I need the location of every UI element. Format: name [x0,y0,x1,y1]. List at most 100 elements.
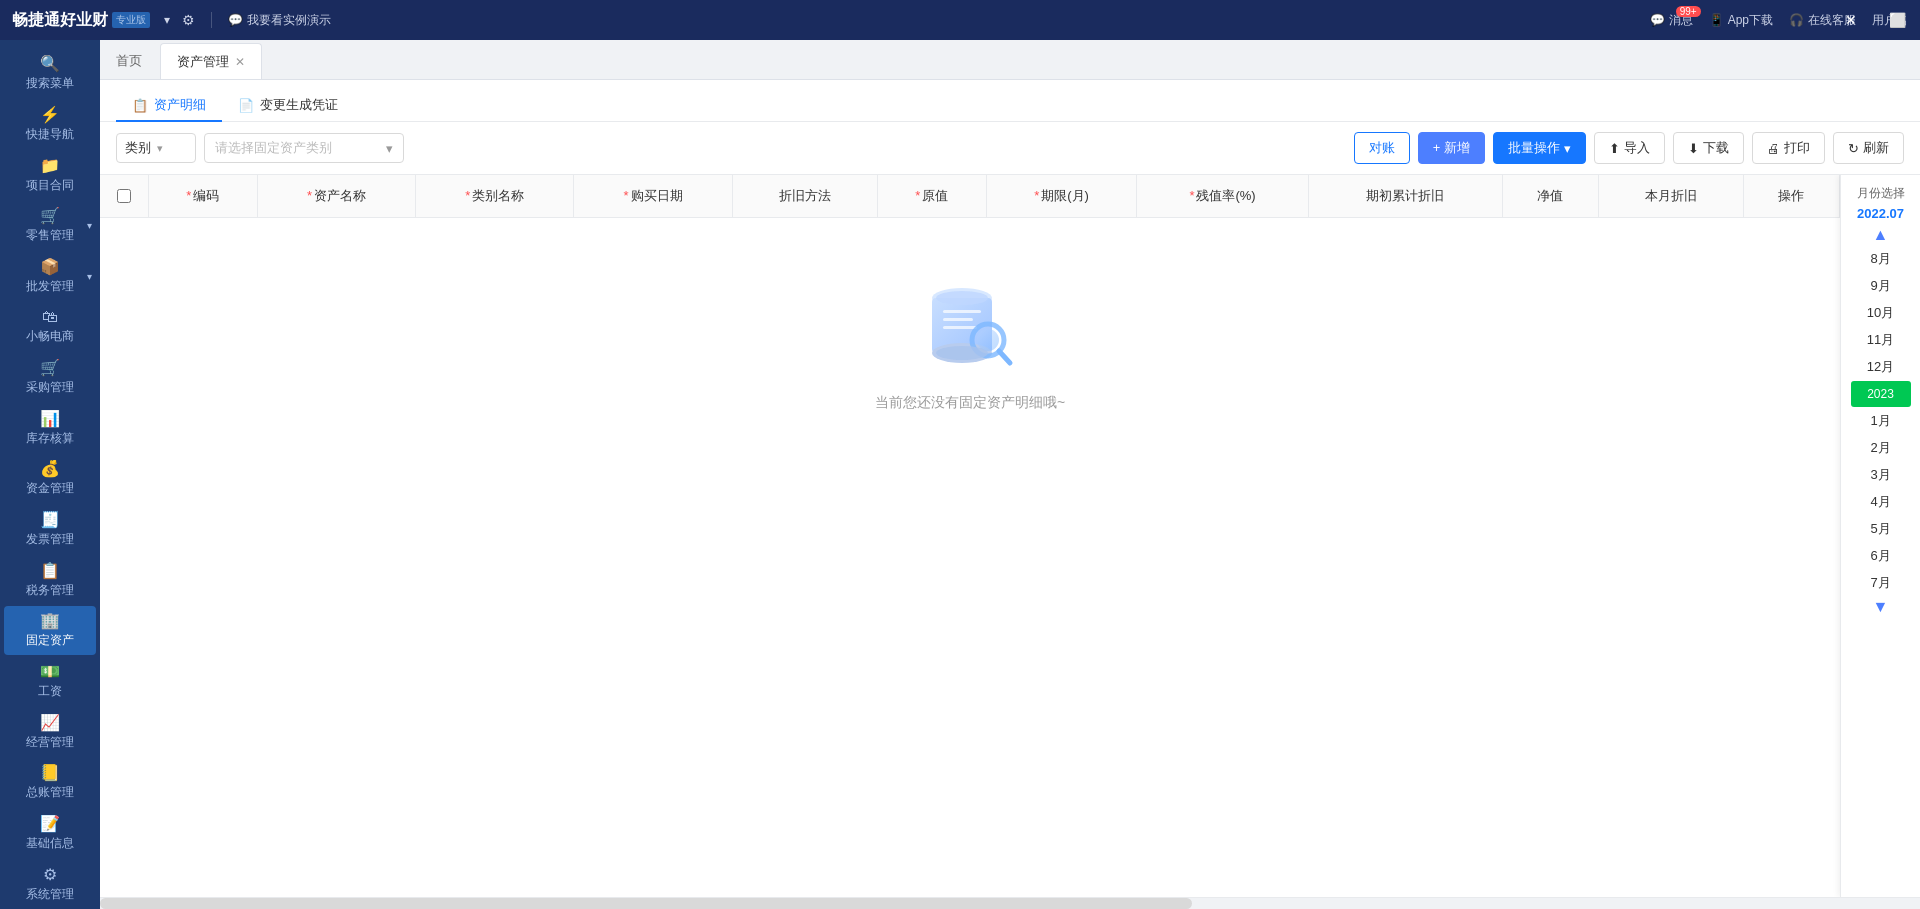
empty-illustration [910,278,1030,378]
asset-table: *编码 *资产名称 *类别名称 *购买日期 折旧方法 *原值 *期限(月) *残… [100,175,1840,218]
subtab-voucher-icon: 📄 [238,98,254,113]
sidebar: 🔍 搜索菜单 ⚡ 快捷导航 📁 项目合同 🛒 零售管理 ▾ 📦 批发管理 ▾ 🛍… [0,40,100,909]
batch-operation-button[interactable]: 批量操作 ▾ [1493,132,1586,164]
category-filter[interactable]: 类别 ▾ [116,133,196,163]
download-icon: ⬇ [1688,141,1699,156]
tab-close-asset[interactable]: ✕ [235,55,245,69]
month-panel-down[interactable]: ▼ [1873,599,1889,615]
sidebar-item-ecommerce[interactable]: 🛍 小畅电商 [4,302,96,351]
svg-point-7 [977,329,999,351]
tab-asset[interactable]: 资产管理 ✕ [160,43,262,79]
sidebar-item-operation[interactable]: 📈 经营管理 [4,707,96,756]
month-panel-year: 2022.07 [1857,204,1904,225]
sidebar-label-ecommerce: 小畅电商 [26,328,74,345]
sidebar-item-retail[interactable]: 🛒 零售管理 ▾ [4,201,96,250]
sidebar-item-salary[interactable]: 💵 工资 [4,657,96,706]
sidebar-icon-invoice: 🧾 [40,510,60,529]
month-item-3月[interactable]: 3月 [1851,462,1911,488]
maximize-window-button[interactable]: ⬜ [1874,0,1920,40]
print-icon: 🖨 [1767,141,1780,156]
month-item-11月[interactable]: 11月 [1851,327,1911,353]
sidebar-icon-general: 📒 [40,763,60,782]
close-window-button[interactable]: ✕ [1828,0,1874,40]
import-button[interactable]: ⬆ 导入 [1594,132,1665,164]
sidebar-icon-salary: 💵 [40,662,60,681]
message-button[interactable]: 💬 消息 99+ [1650,12,1693,29]
sidebar-icon-tax: 📋 [40,561,60,580]
sidebar-label-retail: 零售管理 [26,227,74,244]
sidebar-item-wholesale[interactable]: 📦 批发管理 ▾ [4,252,96,301]
sub-tab-bar: 📋 资产明细 📄 变更生成凭证 [100,80,1920,122]
app-title: 畅捷通好业财 [12,10,108,31]
month-panel: 月份选择 2022.07 ▲ 8月9月10月11月12月20231月2月3月4月… [1840,175,1920,897]
sidebar-label-finance: 资金管理 [26,480,74,497]
sidebar-item-inventory[interactable]: 📊 库存核算 [4,403,96,452]
batch-chevron-icon: ▾ [1564,141,1571,156]
select-all-checkbox[interactable] [117,189,131,203]
sidebar-item-quicknav[interactable]: ⚡ 快捷导航 [4,100,96,149]
tab-home[interactable]: 首页 [100,43,158,79]
month-item-8月[interactable]: 8月 [1851,246,1911,272]
th-buy-date: *购买日期 [574,175,732,218]
sidebar-label-wholesale: 批发管理 [26,278,74,295]
category-filter-arrow: ▾ [157,142,163,155]
month-item-5月[interactable]: 5月 [1851,516,1911,542]
sidebar-item-search[interactable]: 🔍 搜索菜单 [4,49,96,98]
refresh-button[interactable]: ↻ 刷新 [1833,132,1904,164]
month-year-badge: 2023 [1851,381,1911,407]
app-edition: 专业版 [112,12,150,28]
month-item-12月[interactable]: 12月 [1851,354,1911,380]
month-item-1月[interactable]: 1月 [1851,408,1911,434]
sidebar-icon-retail: 🛒 [40,206,60,225]
sidebar-label-fixedasset: 固定资产 [26,632,74,649]
month-item-6月[interactable]: 6月 [1851,543,1911,569]
sidebar-icon-system: ⚙ [43,865,57,884]
svg-point-10 [936,346,988,360]
settings-icon[interactable]: ⚙ [182,12,195,28]
category-search-input[interactable]: 请选择固定资产类别 ▾ [204,133,404,163]
company-dropdown[interactable]: ▾ [164,13,170,27]
subtab-asset-detail[interactable]: 📋 资产明细 [116,90,222,122]
month-item-7月[interactable]: 7月 [1851,570,1911,596]
download-button[interactable]: ⬇ 下载 [1673,132,1744,164]
toolbar: 类别 ▾ 请选择固定资产类别 ▾ 对账 + 新增 批量操作 ▾ ⬆ [100,122,1920,175]
month-panel-up[interactable]: ▲ [1873,227,1889,243]
add-button[interactable]: + 新增 [1418,132,1485,164]
sidebar-item-system[interactable]: ⚙ 系统管理 [4,859,96,908]
table-hscroll[interactable] [100,897,1920,909]
month-panel-title: 月份选择 [1857,179,1905,204]
svg-line-8 [999,351,1010,363]
month-item-2月[interactable]: 2月 [1851,435,1911,461]
sidebar-icon-quicknav: ⚡ [40,105,60,124]
th-period: *期限(月) [986,175,1136,218]
sidebar-icon-search: 🔍 [40,54,60,73]
sidebar-item-basicinfo[interactable]: 📝 基础信息 [4,809,96,858]
message-badge: 99+ [1676,6,1701,17]
month-item-10月[interactable]: 10月 [1851,300,1911,326]
sidebar-item-tax[interactable]: 📋 税务管理 [4,555,96,604]
sidebar-item-purchase[interactable]: 🛒 采购管理 [4,353,96,402]
window-controls: ✕ ⬜ [1820,0,1920,40]
subtab-voucher[interactable]: 📄 变更生成凭证 [222,90,354,122]
month-item-9月[interactable]: 9月 [1851,273,1911,299]
sidebar-arrow-wholesale: ▾ [87,270,92,281]
sidebar-item-project[interactable]: 📁 项目合同 [4,150,96,199]
demo-link[interactable]: 💬 我要看实例演示 [228,12,331,29]
sidebar-item-finance[interactable]: 💰 资金管理 [4,454,96,503]
sidebar-icon-wholesale: 📦 [40,257,60,276]
import-icon: ⬆ [1609,141,1620,156]
th-checkbox [100,175,148,218]
sidebar-item-general[interactable]: 📒 总账管理 [4,758,96,807]
print-button[interactable]: 🖨 打印 [1752,132,1825,164]
empty-state: 当前您还没有固定资产明细哦~ [100,218,1840,472]
sidebar-item-invoice[interactable]: 🧾 发票管理 [4,505,96,554]
th-accumulated-depreciation: 期初累计折旧 [1308,175,1502,218]
sidebar-item-fixedasset[interactable]: 🏢 固定资产 [4,606,96,655]
month-item-4月[interactable]: 4月 [1851,489,1911,515]
sidebar-icon-operation: 📈 [40,713,60,732]
th-net-value: 净值 [1502,175,1598,218]
app-download-button[interactable]: 📱 App下载 [1709,12,1773,29]
sidebar-label-system: 系统管理 [26,886,74,903]
sidebar-label-operation: 经营管理 [26,734,74,751]
dui-account-button[interactable]: 对账 [1354,132,1410,164]
